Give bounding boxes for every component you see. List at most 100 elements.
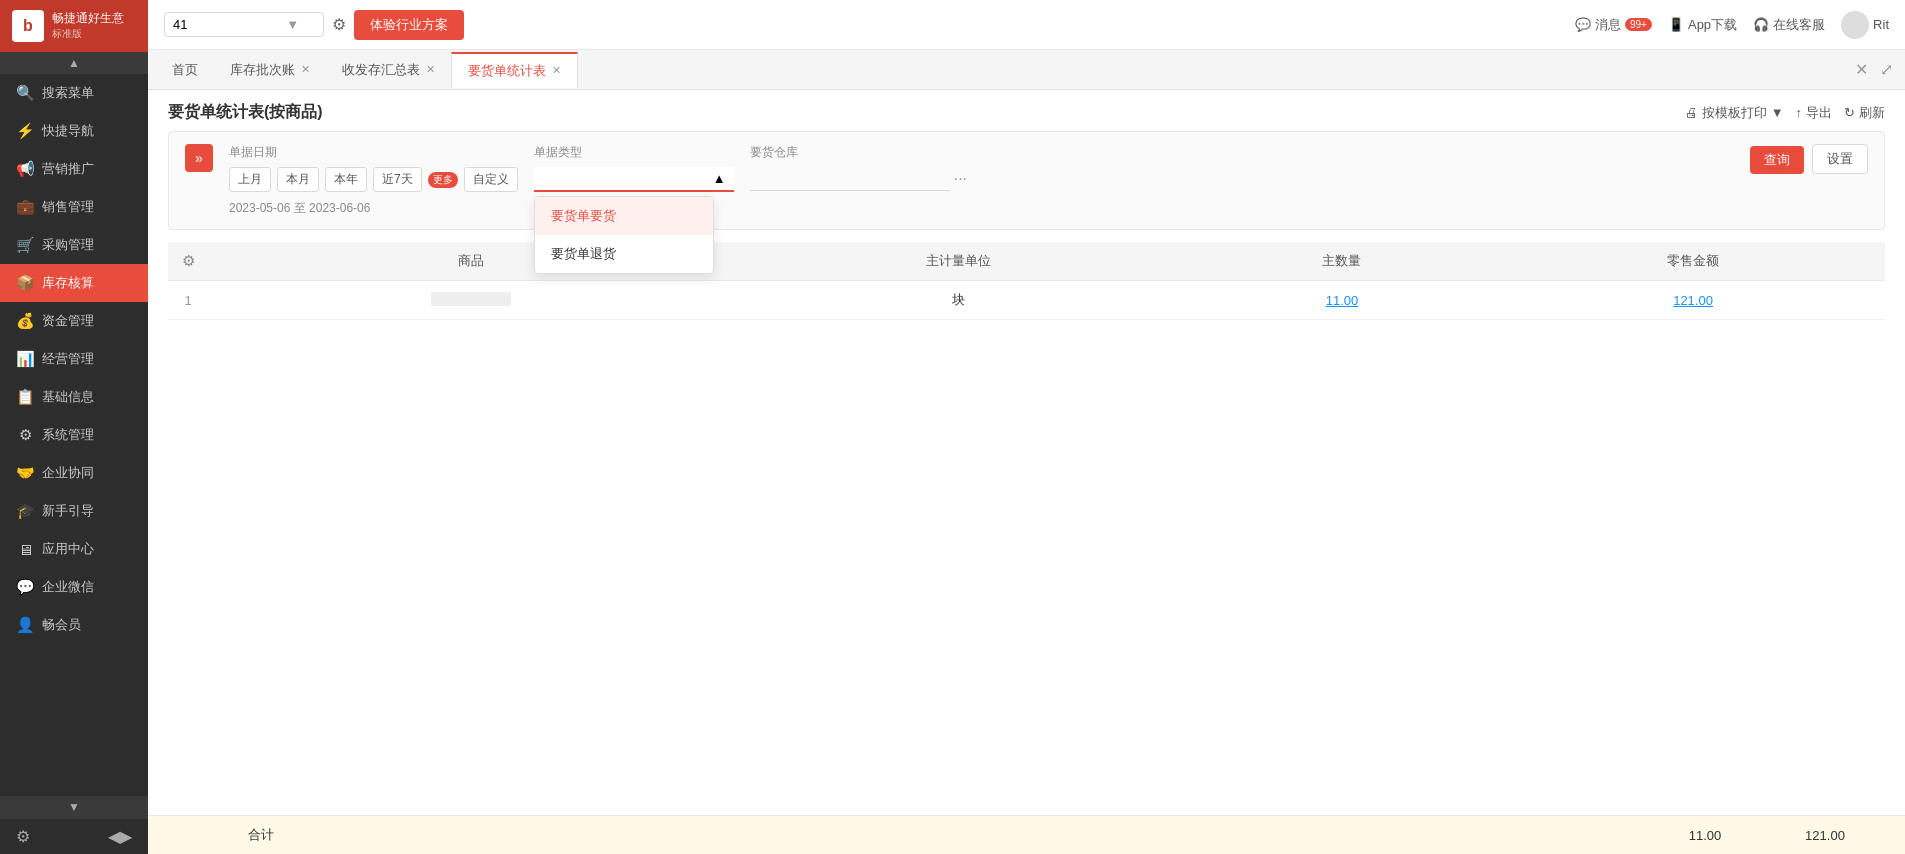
sidebar-item-shortcut[interactable]: ⚡ 快捷导航 [0,112,148,150]
close-all-tabs-icon[interactable]: ✕ [1847,56,1876,83]
sidebar-item-guide[interactable]: 🎓新手引导 [0,492,148,530]
filter-date-this-year[interactable]: 本年 [325,167,367,192]
trial-btn[interactable]: 体验行业方案 [354,10,464,40]
dropdown-item-order-return[interactable]: 要货单退货 [535,235,713,273]
shortcut-icon: ⚡ [16,122,34,140]
sidebar-item-enterprise[interactable]: 🤝 企业协同 [0,454,148,492]
table-container: ⚙ 商品 主计量单位 主数量 零售金额 1 块 [168,242,1885,815]
topbar-gear-icon[interactable]: ⚙ [332,15,346,34]
sidebar-item-label-finance: 资金管理 [42,312,94,330]
filter-type-select[interactable]: ▲ [534,167,734,192]
app-logo: b [12,10,44,42]
online-service-btn[interactable]: 🎧 在线客服 [1753,16,1825,34]
sidebar-item-label-shortcut: 快捷导航 [42,122,94,140]
query-btn[interactable]: 查询 [1750,146,1804,174]
app-download-icon: 📱 [1668,17,1684,32]
filter-actions: 查询 设置 [1750,144,1868,174]
main-content: 41 ▼ ⚙ 体验行业方案 💬 消息 99+ 📱 App下载 🎧 在线客服 [148,0,1905,854]
messages-label: 消息 [1595,16,1621,34]
th-settings: ⚙ [168,242,208,281]
enterprise-icon: 🤝 [16,464,34,482]
company-selector[interactable]: 41 ▼ [164,12,324,37]
search-icon: 🔍 [16,84,34,102]
filter-warehouse-more-icon[interactable]: ··· [954,170,967,188]
filter-type-label: 单据类型 [534,144,734,161]
tab-receive-summary-close[interactable]: ✕ [426,63,435,76]
tab-receive-summary[interactable]: 收发存汇总表 ✕ [326,53,451,87]
user-menu[interactable]: Rit [1841,11,1889,39]
th-unit: 主计量单位 [733,242,1183,281]
online-service-label: 在线客服 [1773,16,1825,34]
selector-chevron-icon: ▼ [286,17,299,32]
table-gear-icon[interactable]: ⚙ [182,252,195,269]
page-area: 要货单统计表(按商品) 🖨 按模板打印 ▼ ↑ 导出 ↻ 刷新 [148,90,1905,854]
topbar: 41 ▼ ⚙ 体验行业方案 💬 消息 99+ 📱 App下载 🎧 在线客服 [148,0,1905,50]
sidebar-bottom: ⚙ ◀▶ [0,818,148,854]
app-download-label: App下载 [1688,16,1737,34]
filter-type-group: 单据类型 ▲ 要货单要货 要货单退货 [534,144,734,192]
settings-btn[interactable]: 设置 [1812,144,1868,174]
tab-inventory-batch-close[interactable]: ✕ [301,63,310,76]
sidebar-item-label-search: 搜索菜单 [42,84,94,102]
app-download-btn[interactable]: 📱 App下载 [1668,16,1737,34]
sidebar-item-basic[interactable]: 📋基础信息 [0,378,148,416]
purchase-icon: 🛒 [16,236,34,254]
footer-quantity: 11.00 [1645,828,1765,843]
sidebar-item-search[interactable]: 🔍 搜索菜单 [0,74,148,112]
filter-date-7days[interactable]: 近7天 [373,167,422,192]
amount-link[interactable]: 121.00 [1673,293,1713,308]
footer-amount: 121.00 [1765,828,1885,843]
operation-icon: 📊 [16,350,34,368]
refresh-btn[interactable]: ↻ 刷新 [1844,104,1885,122]
export-btn[interactable]: ↑ 导出 [1796,104,1833,122]
messages-btn[interactable]: 💬 消息 99+ [1575,16,1652,34]
sidebar-item-label-inventory: 库存核算 [42,274,94,292]
th-quantity: 主数量 [1183,242,1501,281]
sidebar-item-finance[interactable]: 💰资金管理 [0,302,148,340]
filter-warehouse-group: 要货仓库 ··· [750,144,967,191]
print-template-btn[interactable]: 🖨 按模板打印 ▼ [1685,104,1784,122]
tab-order-stats[interactable]: 要货单统计表 ✕ [451,52,578,88]
sidebar-item-appstore[interactable]: 🖥应用中心 [0,530,148,568]
tab-order-stats-label: 要货单统计表 [468,62,546,80]
sidebar-item-label-enterprise: 企业协同 [42,464,94,482]
guide-icon: 🎓 [16,502,34,520]
filter-type-chevron-icon: ▲ [713,171,726,186]
collapse-icon[interactable]: ◀▶ [108,827,132,846]
message-badge: 99+ [1625,18,1652,31]
sidebar-scroll-up[interactable]: ▲ [0,52,148,74]
tab-home[interactable]: 首页 [156,53,214,87]
settings-icon[interactable]: ⚙ [16,827,30,846]
sidebar-item-marketing[interactable]: 📢营销推广 [0,150,148,188]
row-amount: 121.00 [1501,281,1885,320]
sidebar-item-label-wechat: 企业微信 [42,578,94,596]
footer-label: 合计 [208,826,314,844]
filter-warehouse-input[interactable] [750,167,950,191]
sidebar-item-sales[interactable]: 💼销售管理 [0,188,148,226]
page-title: 要货单统计表(按商品) [168,102,323,123]
sidebar-item-system[interactable]: ⚙系统管理 [0,416,148,454]
sidebar-item-inventory[interactable]: 📦库存核算 [0,264,148,302]
topbar-right: 💬 消息 99+ 📱 App下载 🎧 在线客服 Rit [1575,11,1889,39]
dropdown-item-order-request[interactable]: 要货单要货 [535,197,713,235]
sidebar-item-member[interactable]: 👤畅会员 [0,606,148,644]
filter-bar: » 单据日期 上月 本月 本年 近7天 更多 自定义 2023-05-06 至 … [168,131,1885,230]
filter-toggle-btn[interactable]: » [185,144,213,172]
sidebar-item-operation[interactable]: 📊经营管理 [0,340,148,378]
export-icon: ↑ [1796,105,1803,120]
tab-order-stats-close[interactable]: ✕ [552,64,561,77]
wechat-icon: 💬 [16,578,34,596]
filter-date-prev-month[interactable]: 上月 [229,167,271,192]
tab-inventory-batch[interactable]: 库存批次账 ✕ [214,53,326,87]
filter-date-this-month[interactable]: 本月 [277,167,319,192]
quantity-link[interactable]: 11.00 [1326,293,1359,308]
sidebar-scroll-down[interactable]: ▼ [0,796,148,818]
sidebar-item-wechat[interactable]: 💬 企业微信 [0,568,148,606]
print-template-label: 按模板打印 [1702,104,1767,122]
expand-tabs-icon[interactable]: ⤢ [1876,56,1897,83]
table-footer: 合计 11.00 121.00 [148,815,1905,854]
table-header-row: ⚙ 商品 主计量单位 主数量 零售金额 [168,242,1885,281]
sidebar-item-purchase[interactable]: 🛒采购管理 [0,226,148,264]
filter-date-custom[interactable]: 自定义 [464,167,518,192]
filter-date-more-badge[interactable]: 更多 [428,172,458,188]
